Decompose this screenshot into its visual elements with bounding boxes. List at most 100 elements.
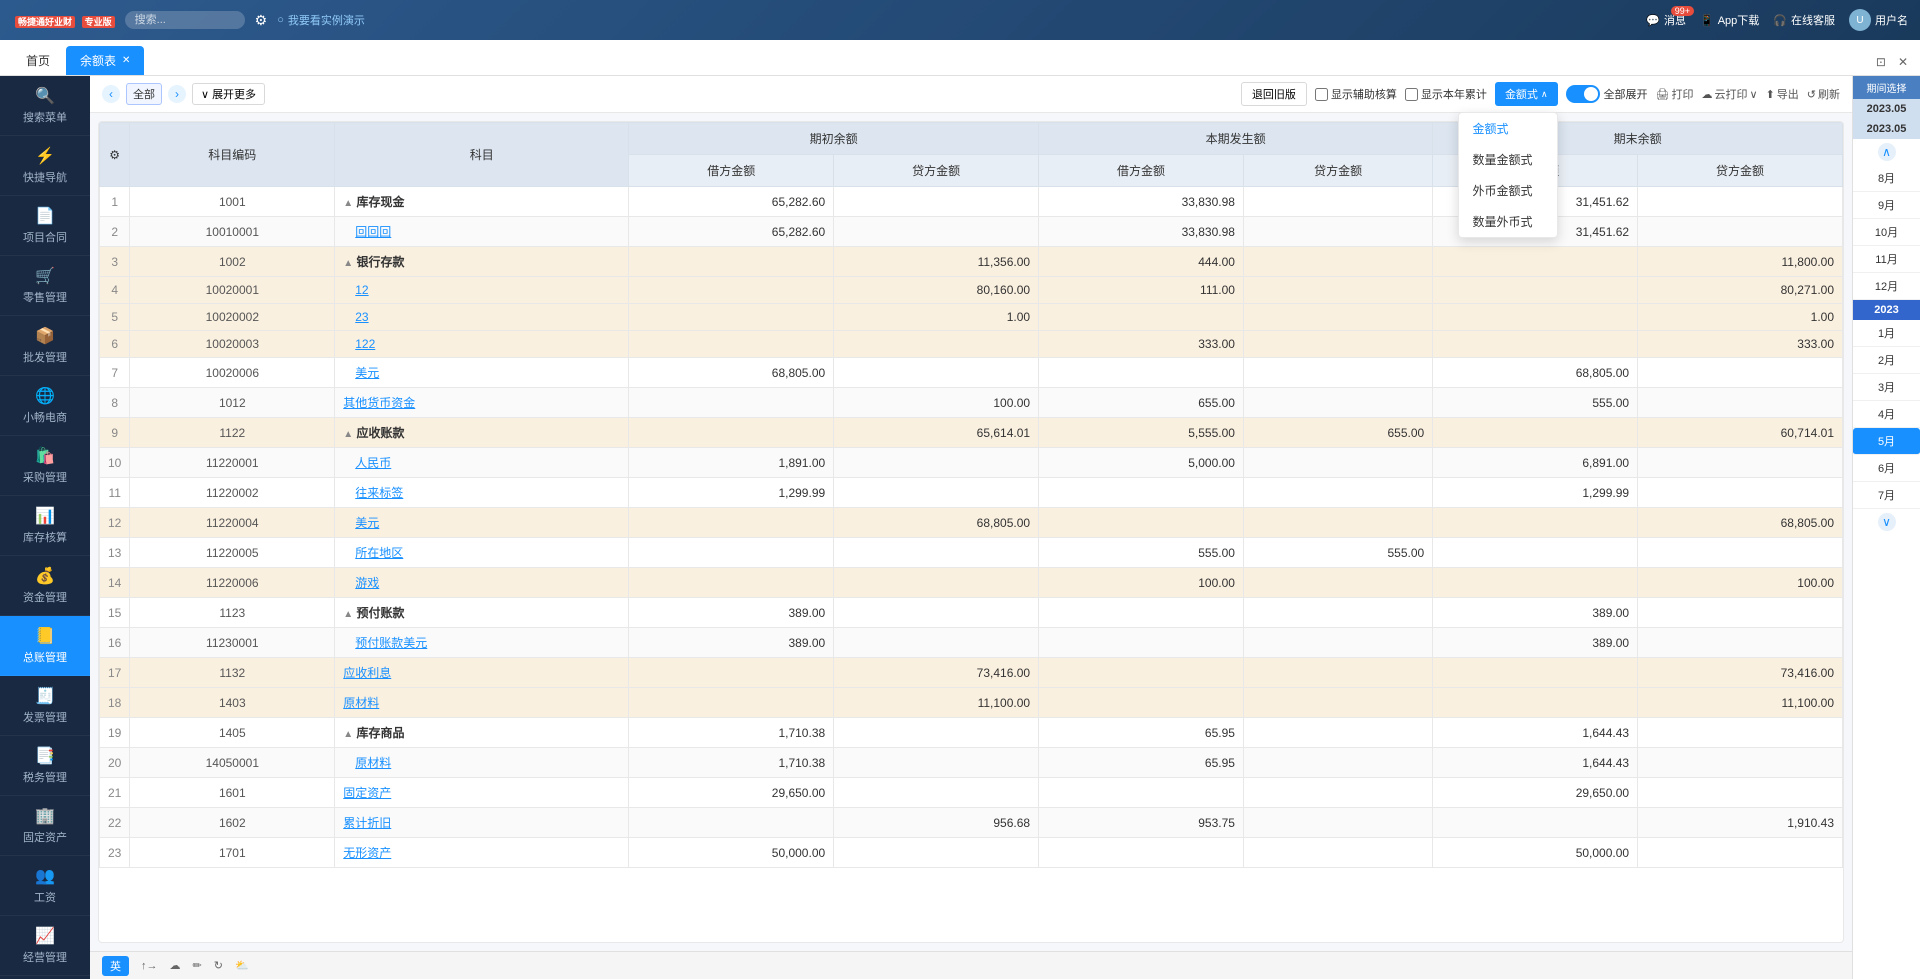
table-row[interactable]: 11001▲ 库存现金65,282.6033,830.9831,451.62 [100,187,1843,217]
refresh-button[interactable]: ↺ 刷新 [1807,86,1840,102]
account-name[interactable]: 12 [335,277,629,304]
mode-option-amount[interactable]: 金额式 [1459,113,1557,144]
account-name-link[interactable]: 美元 [355,366,379,380]
app-download-button[interactable]: 📱 App下载 [1700,12,1759,28]
mode-option-foreign-amount[interactable]: 外币金额式 [1459,175,1557,206]
account-name-link[interactable]: 累计折旧 [343,816,391,830]
period-month-6[interactable]: 6月 [1853,455,1920,482]
settings-icon[interactable]: ⚙ [255,12,268,29]
sidebar-item-purchase[interactable]: 🛍️ 采购管理 [0,436,90,496]
account-name-link[interactable]: 122 [355,337,375,351]
account-name-link[interactable]: 预付账款美元 [355,636,427,650]
mode-option-qty-amount[interactable]: 数量金额式 [1459,144,1557,175]
return-old-version-button[interactable]: 退回旧版 [1241,82,1307,106]
account-name-link[interactable]: 其他货币资金 [343,396,415,410]
account-name-link[interactable]: 回回回 [355,225,391,239]
sidebar-item-ecommerce[interactable]: 🌐 小畅电商 [0,376,90,436]
top-search-input[interactable] [125,11,245,29]
sidebar-item-ledger[interactable]: 📒 总账管理 [0,616,90,676]
period-month-4[interactable]: 4月 [1853,401,1920,428]
account-name[interactable]: 累计折旧 [335,808,629,838]
period-month-1[interactable]: 1月 [1853,320,1920,347]
sidebar-item-payroll[interactable]: 👥 工资 [0,856,90,916]
mode-selector-button[interactable]: 金额式 ∧ [1495,82,1558,106]
tab-close-button[interactable]: ✕ [1894,53,1912,71]
account-name[interactable]: 23 [335,304,629,331]
account-name-link[interactable]: 应收利息 [343,666,391,680]
table-row[interactable]: 1411220006游戏100.00100.00 [100,568,1843,598]
table-row[interactable]: 91122▲ 应收账款65,614.015,555.00655.0060,714… [100,418,1843,448]
table-row[interactable]: 1311220005所在地区555.00555.00 [100,538,1843,568]
tab-home[interactable]: 首页 [12,46,64,75]
user-menu[interactable]: U 用户名 [1849,9,1908,31]
period-month-7[interactable]: 7月 [1853,482,1920,509]
period-month-9[interactable]: 9月 [1853,192,1920,219]
sidebar-item-search[interactable]: 🔍 搜索菜单 [0,76,90,136]
table-row[interactable]: 610020003122333.00333.00 [100,331,1843,358]
mode-option-qty-foreign[interactable]: 数量外币式 [1459,206,1557,237]
tab-balance[interactable]: 余额表 ✕ [66,46,144,75]
account-name-link[interactable]: 往来标签 [355,486,403,500]
table-row[interactable]: 221602累计折旧956.68953.751,910.43 [100,808,1843,838]
account-name-link[interactable]: 无形资产 [343,846,391,860]
sidebar-item-contract[interactable]: 📄 项目合同 [0,196,90,256]
sidebar-item-nav[interactable]: ⚡ 快捷导航 [0,136,90,196]
account-name[interactable]: 其他货币资金 [335,388,629,418]
account-name-link[interactable]: 原材料 [355,756,391,770]
filter-forward-button[interactable]: › [168,85,186,103]
table-row[interactable]: 1011220001人民币1,891.005,000.006,891.00 [100,448,1843,478]
account-name-link[interactable]: 固定资产 [343,786,391,800]
table-row[interactable]: 151123▲ 预付账款389.00389.00 [100,598,1843,628]
export-button[interactable]: ⬆ 导出 [1766,86,1799,102]
table-row[interactable]: 4100200011280,160.00111.0080,271.00 [100,277,1843,304]
account-name[interactable]: 122 [335,331,629,358]
period-down-button[interactable]: ∨ [1878,513,1896,531]
account-name[interactable]: 预付账款美元 [335,628,629,658]
sidebar-item-assets[interactable]: 🏢 固定资产 [0,796,90,856]
account-name-link[interactable]: 原材料 [343,696,379,710]
sidebar-item-invoice[interactable]: 🧾 发票管理 [0,676,90,736]
sidebar-item-operation[interactable]: 📈 经营管理 [0,916,90,976]
table-row[interactable]: 210010001回回回65,282.6033,830.9831,451.62 [100,217,1843,247]
sidebar-item-retail[interactable]: 🛒 零售管理 [0,256,90,316]
table-row[interactable]: 1111220002往来标签1,299.991,299.99 [100,478,1843,508]
table-row[interactable]: 81012其他货币资金100.00655.00555.00 [100,388,1843,418]
table-row[interactable]: 1611230001预付账款美元389.00389.00 [100,628,1843,658]
table-row[interactable]: 510020002231.001.00 [100,304,1843,331]
table-row[interactable]: 710020006美元68,805.0068,805.00 [100,358,1843,388]
tab-restore-button[interactable]: ⊡ [1872,53,1890,71]
table-row[interactable]: 2014050001原材料1,710.3865.951,644.43 [100,748,1843,778]
period-month-3[interactable]: 3月 [1853,374,1920,401]
period-month-12[interactable]: 12月 [1853,273,1920,300]
account-name-link[interactable]: 美元 [355,516,379,530]
filter-back-button[interactable]: ‹ [102,85,120,103]
table-row[interactable]: 171132应收利息73,416.0073,416.00 [100,658,1843,688]
table-row[interactable]: 31002▲ 银行存款11,356.00444.0011,800.00 [100,247,1843,277]
account-name[interactable]: 无形资产 [335,838,629,868]
expand-more-button[interactable]: ∨ 展开更多 [192,83,265,105]
account-name-link[interactable]: 12 [355,283,368,297]
cloud-print-button[interactable]: ☁ 云打印 ∨ [1702,86,1758,102]
print-button[interactable]: 🖨 打印 [1656,86,1694,102]
sidebar-item-inventory[interactable]: 📊 库存核算 [0,496,90,556]
period-month-11[interactable]: 11月 [1853,246,1920,273]
period-year-2023[interactable]: 2023 [1853,300,1920,320]
account-name-link[interactable]: 人民币 [355,456,391,470]
online-service-button[interactable]: 🎧 在线客服 [1773,12,1835,28]
period-month-8[interactable]: 8月 [1853,165,1920,192]
table-row[interactable]: 181403原材料11,100.0011,100.00 [100,688,1843,718]
account-name[interactable]: 原材料 [335,688,629,718]
sidebar-item-wholesale[interactable]: 📦 批发管理 [0,316,90,376]
messages-button[interactable]: 💬 消息 99+ [1646,12,1686,28]
period-up-button[interactable]: ∧ [1878,143,1896,161]
sidebar-item-tax[interactable]: 📑 税务管理 [0,736,90,796]
account-name-link[interactable]: 游戏 [355,576,379,590]
account-name-link[interactable]: 23 [355,310,368,324]
demo-link[interactable]: ○ 我要看实例演示 [277,12,365,28]
sidebar-item-capital[interactable]: 💰 资金管理 [0,556,90,616]
account-name-link[interactable]: 所在地区 [355,546,403,560]
show-ytd-checkbox[interactable]: 显示本年累计 [1405,86,1487,102]
period-month-10[interactable]: 10月 [1853,219,1920,246]
status-chinese-btn[interactable]: 英 [102,956,129,976]
account-name[interactable]: 固定资产 [335,778,629,808]
